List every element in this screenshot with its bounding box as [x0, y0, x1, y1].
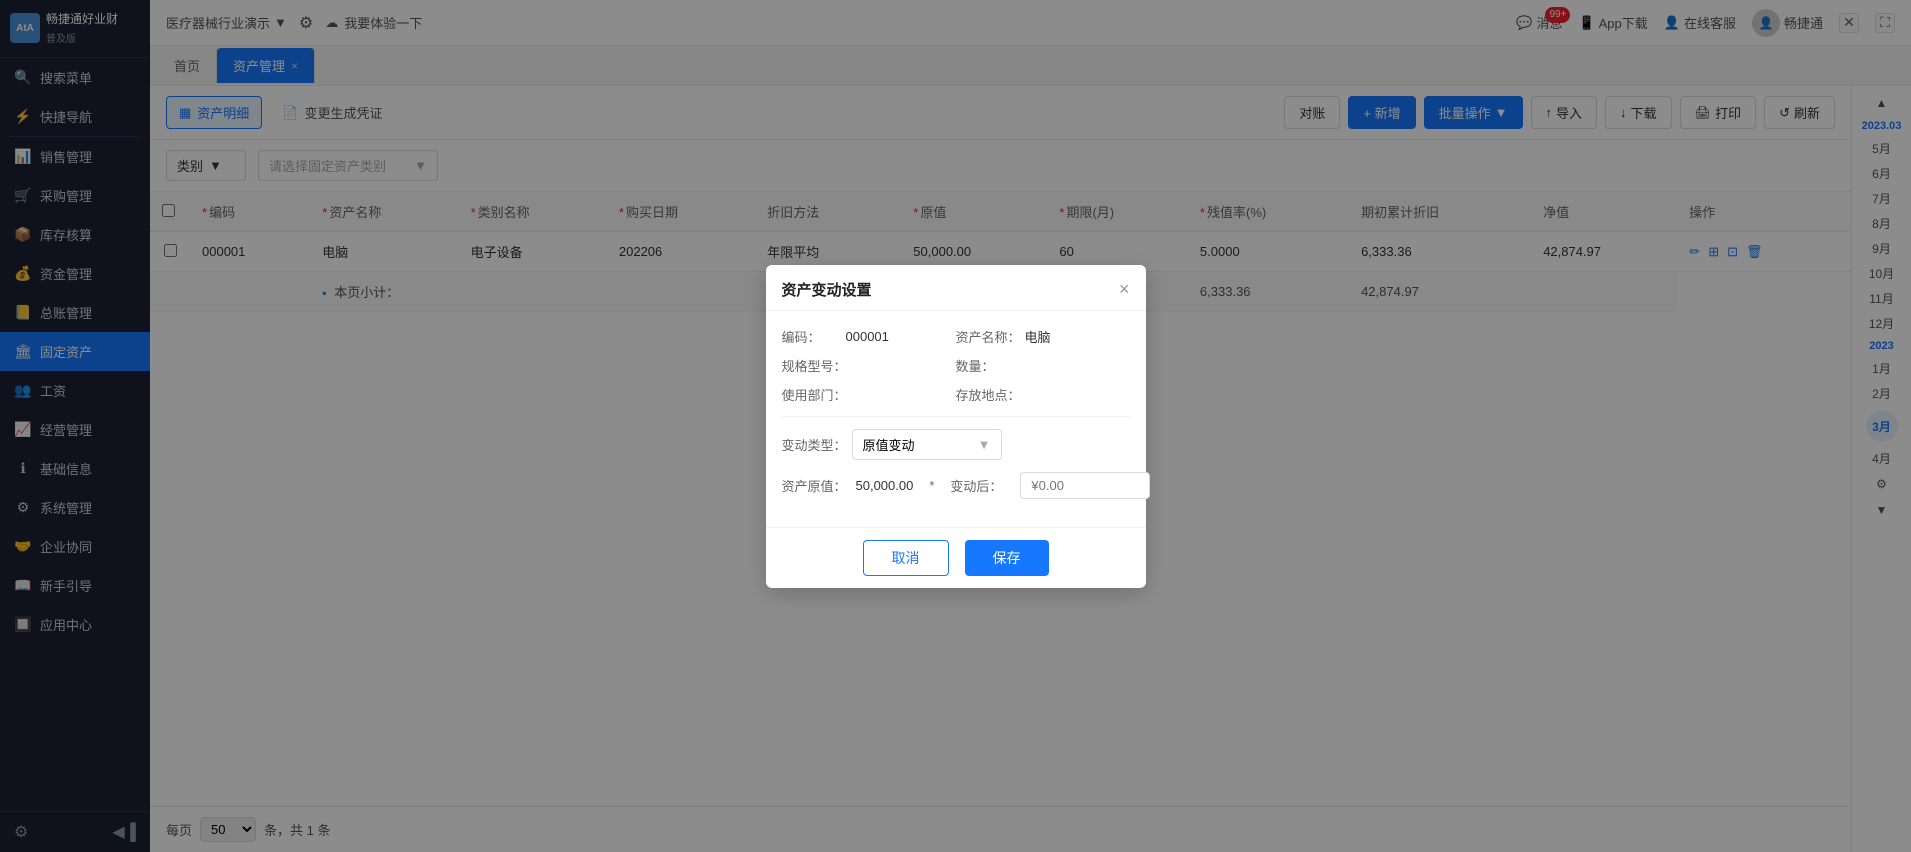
- modal-location-col: 存放地点：: [956, 385, 1130, 404]
- modal-required-star: *: [929, 478, 934, 493]
- modal-row-2: 规格型号： 数量：: [782, 356, 1130, 375]
- modal-overlay: 资产变动设置 × 编码： 000001 资产名称： 电脑 规格型号：: [0, 0, 1911, 852]
- asset-change-modal: 资产变动设置 × 编码： 000001 资产名称： 电脑 规格型号：: [766, 265, 1146, 588]
- modal-spec-label: 规格型号：: [782, 356, 847, 375]
- cancel-btn[interactable]: 取消: [863, 540, 949, 576]
- modal-asset-name-value: 电脑: [1025, 327, 1051, 346]
- modal-value-row: 资产原值： 50,000.00 * 变动后：: [782, 472, 1130, 499]
- modal-row-1: 编码： 000001 资产名称： 电脑: [782, 327, 1130, 346]
- modal-location-label: 存放地点：: [956, 385, 1021, 404]
- modal-header: 资产变动设置 ×: [766, 265, 1146, 311]
- modal-code-value: 000001: [846, 329, 889, 344]
- modal-code-col: 编码： 000001: [782, 327, 956, 346]
- modal-footer: 取消 保存: [766, 527, 1146, 588]
- modal-code-label: 编码：: [782, 327, 842, 346]
- modal-asset-name-label: 资产名称：: [956, 327, 1021, 346]
- modal-after-input[interactable]: [1020, 472, 1150, 499]
- modal-dept-label: 使用部门：: [782, 385, 847, 404]
- modal-change-type-row: 变动类型： 原值变动 ▼: [782, 429, 1130, 460]
- modal-name-col: 资产名称： 电脑: [956, 327, 1130, 346]
- modal-after-label: 变动后：: [950, 476, 1020, 495]
- modal-dept-col: 使用部门：: [782, 385, 956, 404]
- modal-close-btn[interactable]: ×: [1119, 279, 1130, 300]
- modal-row-3: 使用部门： 存放地点：: [782, 385, 1130, 404]
- modal-quantity-col: 数量：: [956, 356, 1130, 375]
- modal-change-type-label: 变动类型：: [782, 435, 852, 454]
- modal-title: 资产变动设置: [782, 279, 872, 300]
- change-type-dropdown-icon: ▼: [978, 437, 991, 452]
- modal-asset-value-value: 50,000.00: [856, 478, 914, 493]
- save-btn[interactable]: 保存: [965, 540, 1049, 576]
- modal-spec-col: 规格型号：: [782, 356, 956, 375]
- modal-asset-value-label: 资产原值：: [782, 476, 852, 495]
- modal-body: 编码： 000001 资产名称： 电脑 规格型号： 数量：: [766, 311, 1146, 527]
- modal-change-type-select[interactable]: 原值变动 ▼: [852, 429, 1002, 460]
- modal-quantity-label: 数量：: [956, 356, 1016, 375]
